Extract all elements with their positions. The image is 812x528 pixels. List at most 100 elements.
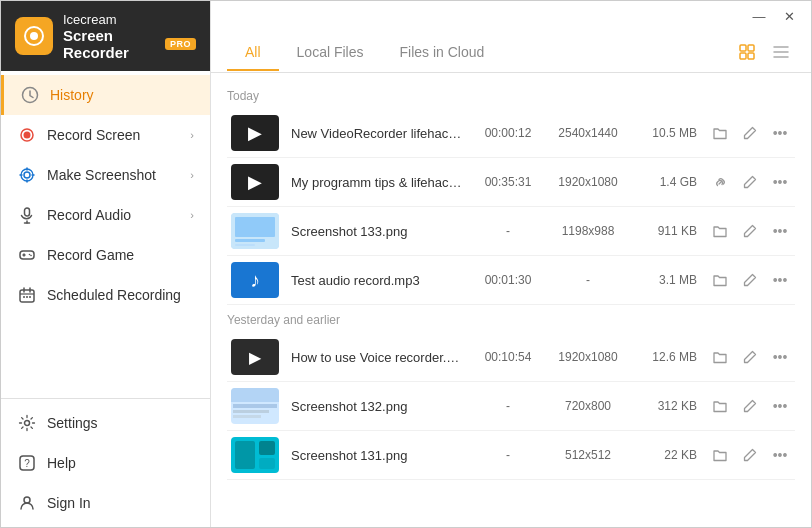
file-name: Screenshot 133.png [291,224,467,239]
file-resolution: 1920x1080 [549,350,627,364]
table-row[interactable]: Screenshot 133.png - 1198x988 911 KB ••• [227,207,795,256]
edit-button[interactable] [739,395,761,417]
file-actions: ••• [709,444,791,466]
tab-files-in-cloud[interactable]: Files in Cloud [381,34,502,70]
edit-button[interactable] [739,269,761,291]
svg-rect-39 [233,404,277,408]
more-button[interactable]: ••• [769,220,791,242]
table-row[interactable]: ▶ New VideoRecorder lifehacks.mp4 00:00:… [227,109,795,158]
file-resolution: 720x800 [549,399,627,413]
svg-rect-34 [235,217,275,237]
open-folder-button[interactable] [709,395,731,417]
svg-rect-44 [259,441,275,455]
table-row[interactable]: Screenshot 131.png - 512x512 22 KB ••• [227,431,795,480]
file-size: 12.6 MB [639,350,697,364]
svg-point-13 [29,254,31,256]
file-actions: ••• [709,395,791,417]
minimize-button[interactable]: — [745,5,773,27]
file-name: Screenshot 132.png [291,399,467,414]
svg-rect-29 [748,53,754,59]
svg-text:?: ? [24,458,30,469]
more-button[interactable]: ••• [769,395,791,417]
file-thumbnail [231,388,279,424]
tab-all[interactable]: All [227,34,279,70]
sidebar-bottom: Settings ? Help Sign In [1,398,210,527]
grid-view-button[interactable] [733,38,761,66]
open-folder-button[interactable] [709,269,731,291]
table-row[interactable]: Screenshot 132.png - 720x800 312 KB ••• [227,382,795,431]
sidebar-item-history[interactable]: History [1,75,210,115]
table-row[interactable]: ♪ Test audio record.mp3 00:01:30 - 3.1 M… [227,256,795,305]
calendar-icon [17,285,37,305]
list-view-button[interactable] [767,38,795,66]
table-row[interactable]: ▶ My programm tips & lifehacks.mp4 00:35… [227,158,795,207]
sidebar-item-help-label: Help [47,455,76,471]
sidebar-item-help[interactable]: ? Help [1,443,210,483]
section-yesterday-label: Yesterday and earlier [227,305,795,333]
app-title-main: Screen Recorder [63,27,159,61]
open-folder-button[interactable] [709,444,731,466]
sidebar-item-scheduled[interactable]: Scheduled Recording [1,275,210,315]
more-button[interactable]: ••• [769,269,791,291]
svg-rect-35 [235,239,265,242]
view-icons [733,38,795,66]
edit-button[interactable] [739,220,761,242]
sidebar-item-record-game-label: Record Game [47,247,134,263]
edit-button[interactable] [739,444,761,466]
more-button[interactable]: ••• [769,122,791,144]
sidebar-item-record-screen-label: Record Screen [47,127,140,143]
main-content: — ✕ All Local Files Files in Cloud [211,1,811,527]
table-row[interactable]: ▶ How to use Voice recorder.mp4 00:10:54… [227,333,795,382]
history-icon [20,85,40,105]
open-folder-button[interactable] [709,122,731,144]
open-folder-button[interactable] [709,220,731,242]
sidebar-item-history-label: History [50,87,94,103]
file-name: Screenshot 131.png [291,448,467,463]
link-button[interactable] [709,171,731,193]
file-name: New VideoRecorder lifehacks.mp4 [291,126,467,141]
tab-local-files[interactable]: Local Files [279,34,382,70]
app-title-bottom: Screen Recorder PRO [63,27,196,61]
file-actions: ••• [709,346,791,368]
svg-rect-36 [235,244,255,246]
files-area: Today ▶ New VideoRecorder lifehacks.mp4 … [211,73,811,527]
screenshot-chevron: › [190,169,194,181]
svg-rect-40 [233,410,269,413]
file-size: 3.1 MB [639,273,697,287]
sidebar-item-record-audio[interactable]: Record Audio › [1,195,210,235]
file-duration: 00:01:30 [479,273,537,287]
svg-rect-7 [25,208,30,216]
sidebar-item-make-screenshot[interactable]: Make Screenshot › [1,155,210,195]
open-folder-button[interactable] [709,346,731,368]
audio-chevron: › [190,209,194,221]
more-button[interactable]: ••• [769,444,791,466]
close-button[interactable]: ✕ [775,5,803,27]
more-button[interactable]: ••• [769,171,791,193]
edit-button[interactable] [739,346,761,368]
sidebar-header: Icecream Screen Recorder PRO [1,1,210,71]
sidebar-item-record-screen[interactable]: Record Screen › [1,115,210,155]
file-resolution: 2540x1440 [549,126,627,140]
file-thumbnail [231,213,279,249]
sidebar-item-settings[interactable]: Settings [1,403,210,443]
svg-point-22 [25,421,30,426]
file-name: My programm tips & lifehacks.mp4 [291,175,467,190]
svg-point-5 [24,172,30,178]
sidebar-item-sign-in[interactable]: Sign In [1,483,210,523]
edit-button[interactable] [739,122,761,144]
svg-point-1 [30,32,38,40]
sidebar-nav: History Record Screen › Make Scre [1,71,210,398]
sidebar-item-record-game[interactable]: Record Game [1,235,210,275]
file-thumbnail: ▶ [231,339,279,375]
file-thumbnail: ♪ [231,262,279,298]
svg-rect-27 [748,45,754,51]
more-button[interactable]: ••• [769,346,791,368]
file-thumbnail [231,437,279,473]
app-title-top: Icecream [63,12,196,27]
record-screen-chevron: › [190,129,194,141]
section-today-label: Today [227,81,795,109]
svg-point-4 [24,132,31,139]
edit-button[interactable] [739,171,761,193]
file-thumbnail: ▶ [231,164,279,200]
svg-point-25 [24,497,30,503]
